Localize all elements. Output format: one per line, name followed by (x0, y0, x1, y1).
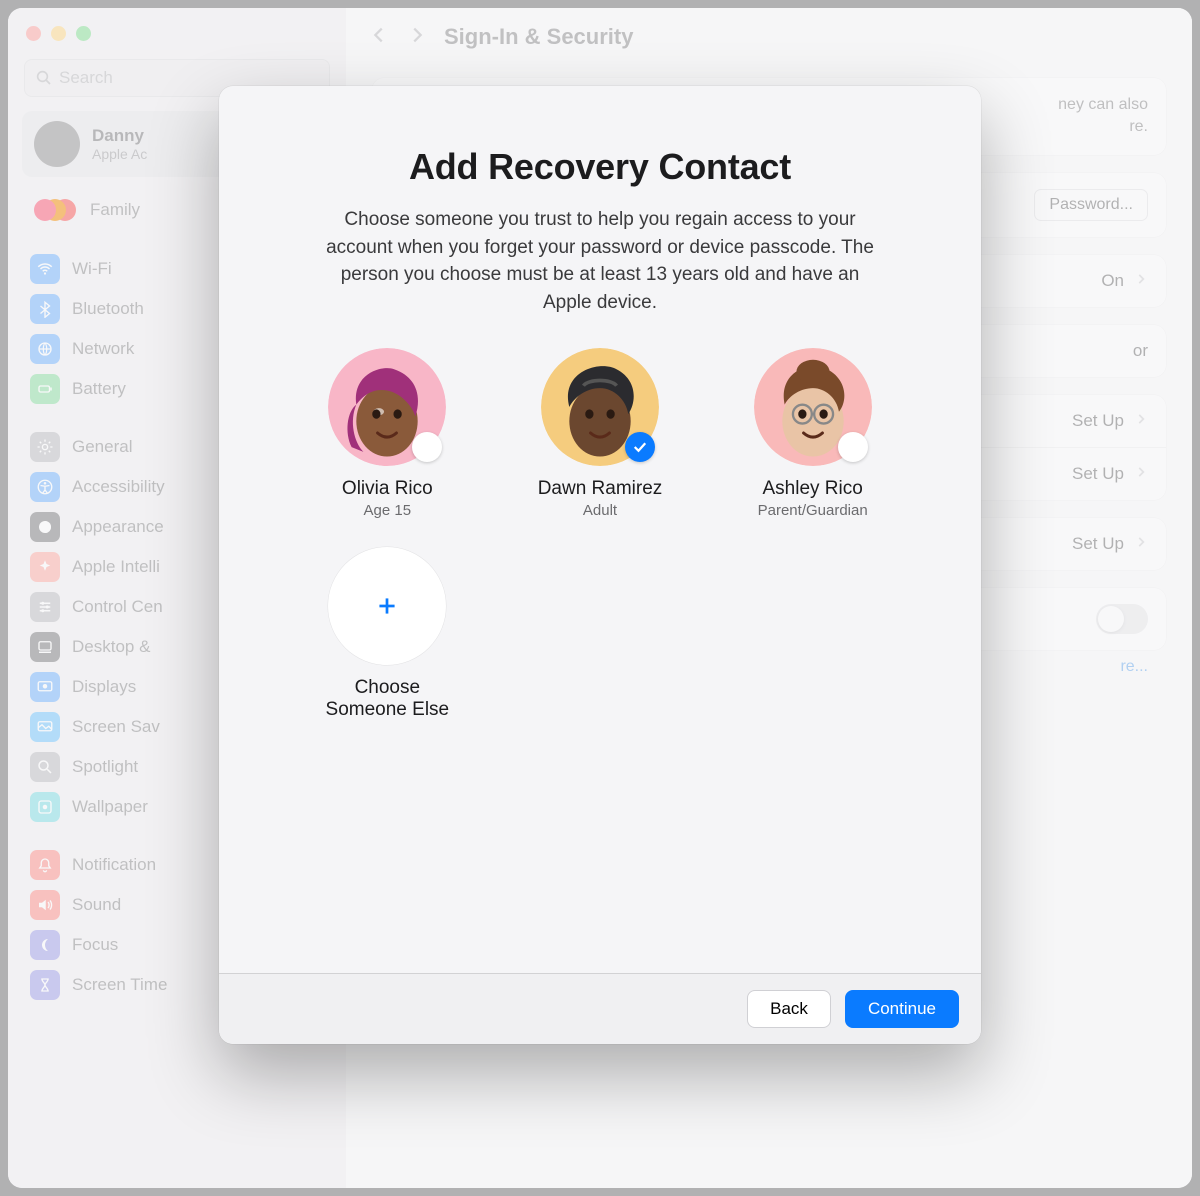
contact-role: Adult (583, 502, 617, 519)
modal-title: Add Recovery Contact (291, 146, 909, 188)
back-button[interactable]: Back (747, 990, 831, 1028)
choose-someone-else[interactable]: Choose Someone Else (291, 547, 484, 721)
selected-checkmark-icon (625, 432, 655, 462)
add-recovery-contact-modal: Add Recovery Contact Choose someone you … (219, 86, 981, 1044)
contact-role: Parent/Guardian (758, 502, 868, 519)
modal-overlay: Add Recovery Contact Choose someone you … (0, 0, 1200, 1196)
contact-avatar (328, 348, 446, 466)
plus-icon (328, 547, 446, 665)
contact-name: Olivia Rico (342, 478, 433, 500)
contact-name: Dawn Ramirez (538, 478, 663, 500)
contact-name: Ashley Rico (763, 478, 863, 500)
contact-avatar (754, 348, 872, 466)
contact-option[interactable]: Olivia Rico Age 15 (291, 348, 484, 519)
selection-badge (838, 432, 868, 462)
contact-option[interactable]: Ashley Rico Parent/Guardian (716, 348, 909, 519)
modal-body: Add Recovery Contact Choose someone you … (219, 86, 981, 973)
contacts-grid: Olivia Rico Age 15 Dawn Ramirez Adult (291, 348, 909, 721)
contact-option[interactable]: Dawn Ramirez Adult (504, 348, 697, 519)
choose-else-label: Choose Someone Else (326, 677, 450, 721)
contact-role: Age 15 (364, 502, 412, 519)
continue-button[interactable]: Continue (845, 990, 959, 1028)
selection-badge (412, 432, 442, 462)
modal-description: Choose someone you trust to help you reg… (320, 206, 880, 316)
contact-avatar (541, 348, 659, 466)
modal-footer: Back Continue (219, 973, 981, 1044)
